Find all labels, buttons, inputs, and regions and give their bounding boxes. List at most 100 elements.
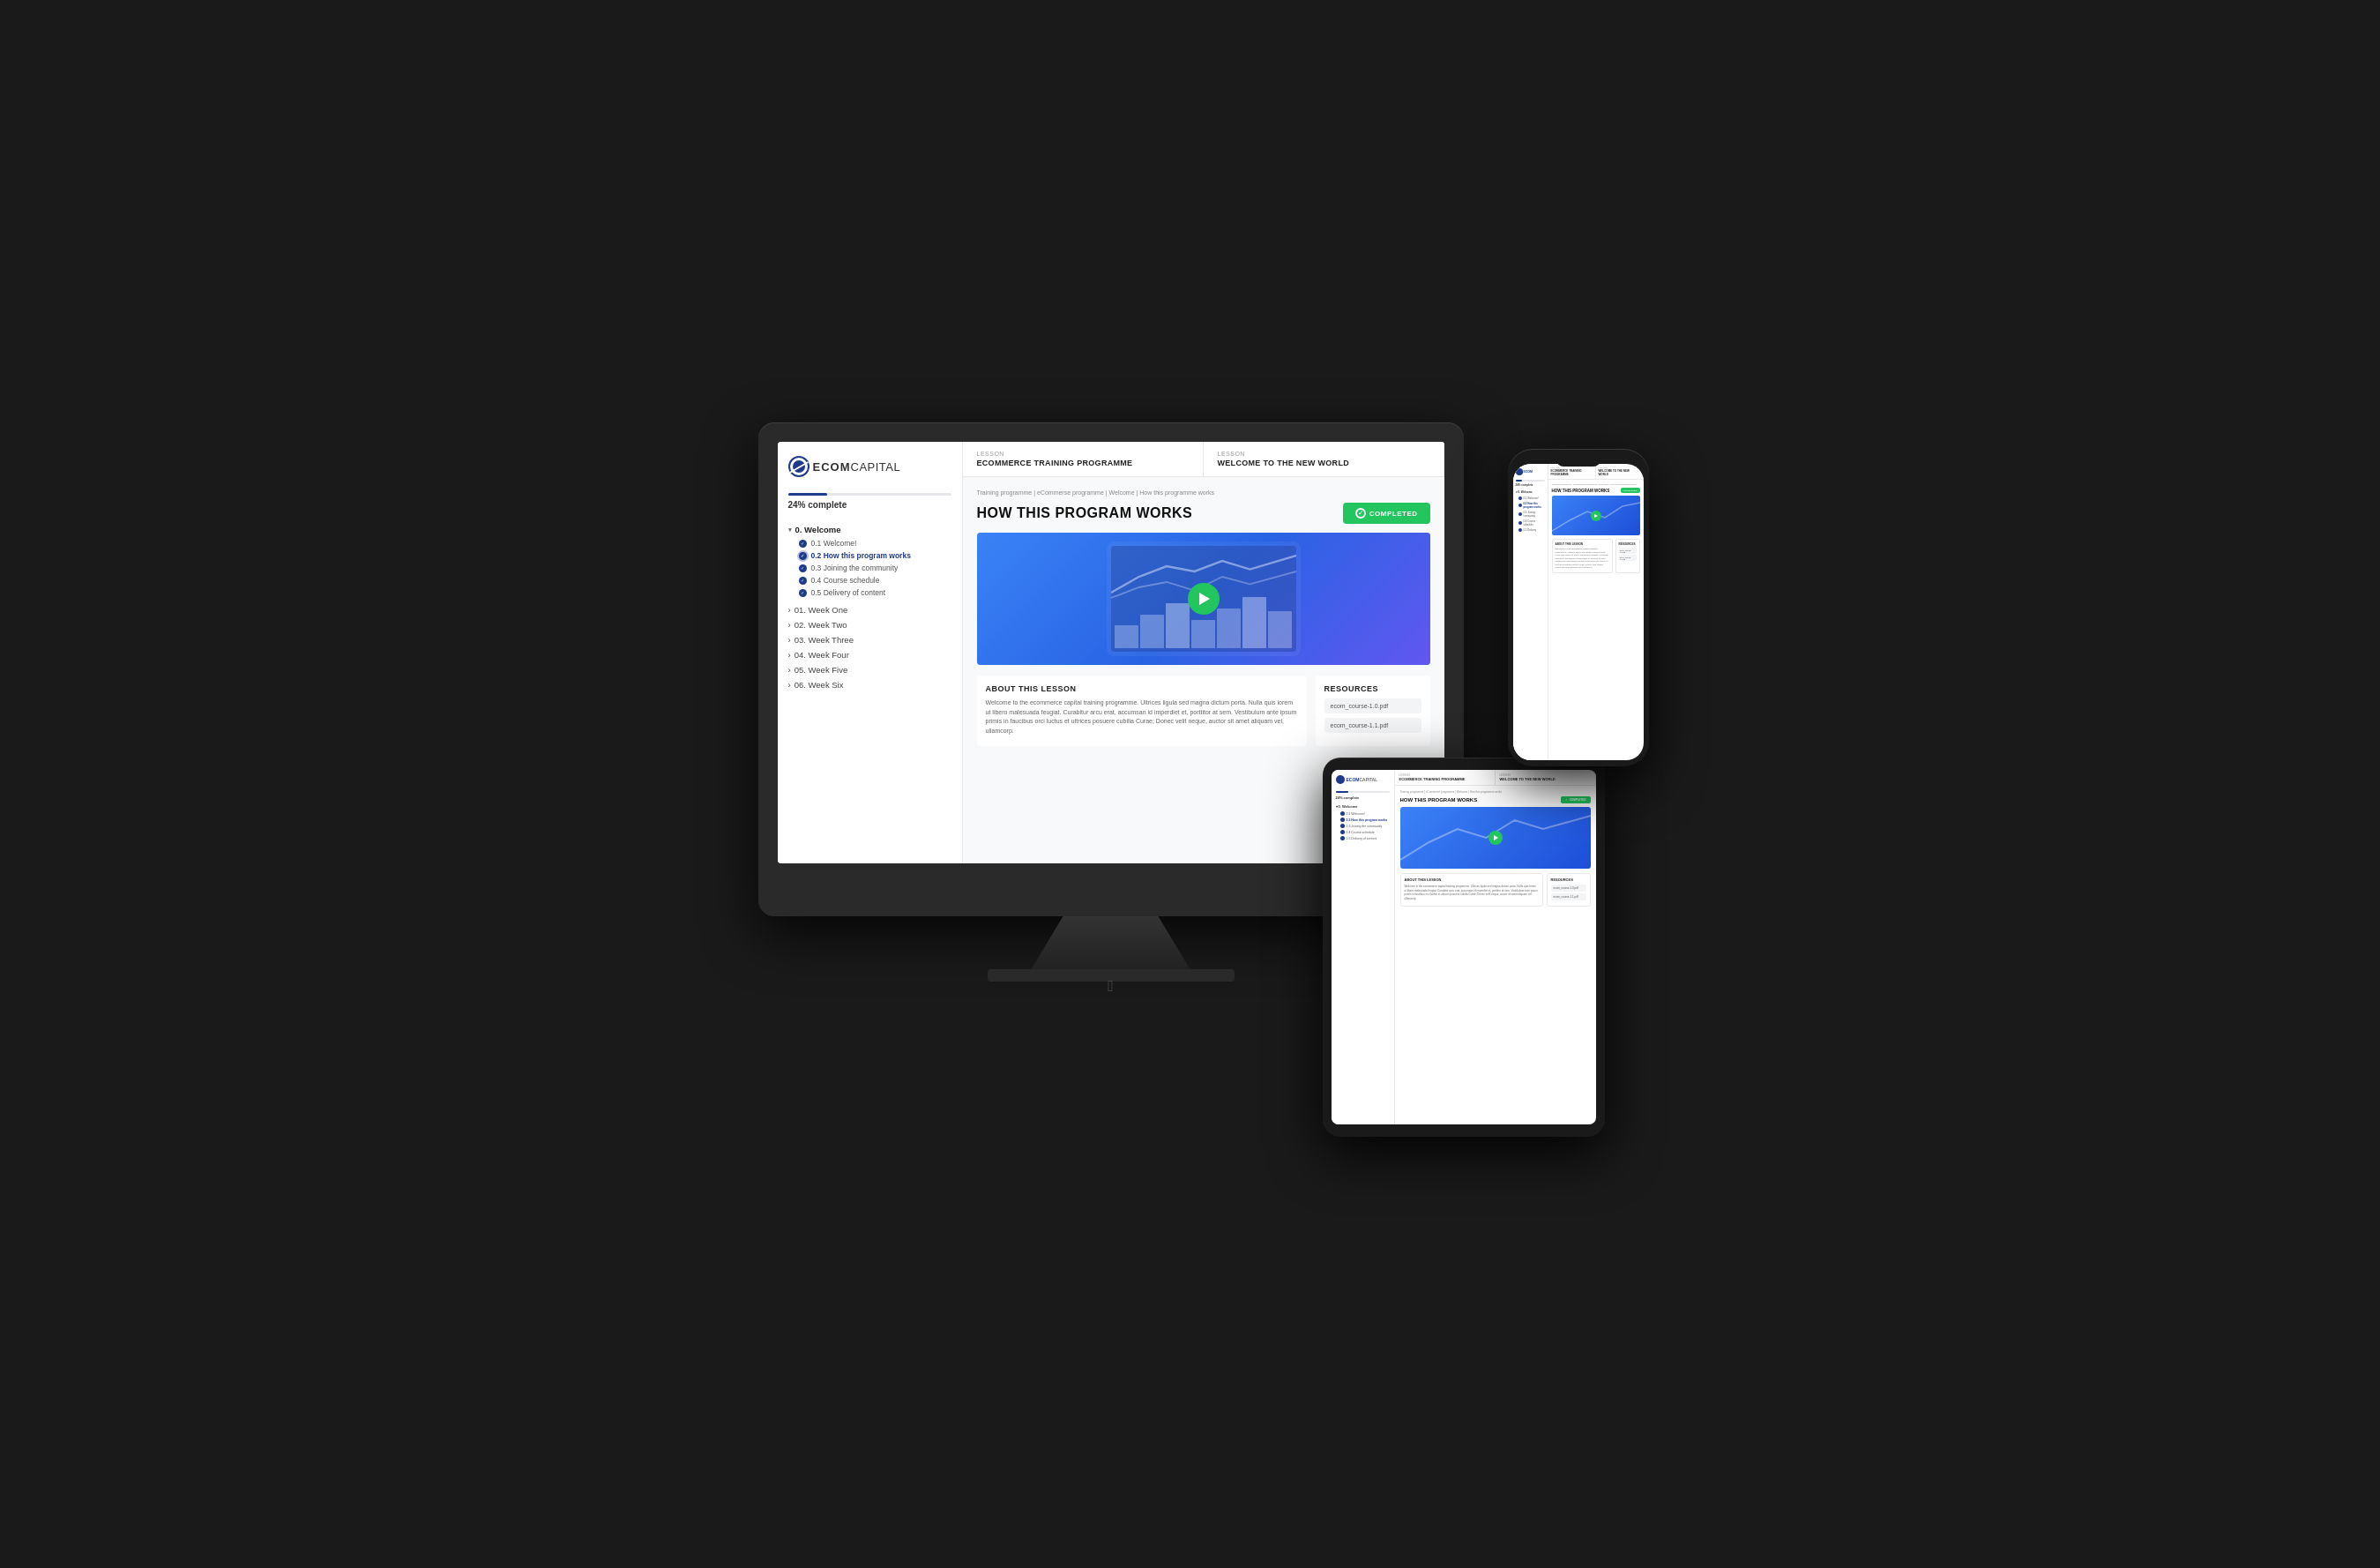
video-player[interactable] <box>977 533 1430 665</box>
nav-group-welcome[interactable]: ▾ 0. Welcome 0.1 Welcome! 0. <box>788 522 951 599</box>
phone-resources-section: RESOURCES ecom_course-1.0.pdf ecom_cours… <box>1615 539 1640 573</box>
tablet-about-section: ABOUT THIS LESSON Welcome to the ecommer… <box>1400 873 1543 907</box>
phone-completed-button[interactable]: COMPLETED <box>1621 488 1640 493</box>
tablet-nav-welcome[interactable]: Lesson WELCOME TO THE NEW WORLD <box>1496 770 1596 785</box>
phone-dot-02 <box>1518 504 1522 507</box>
tablet: ECOMCAPITAL 24% complete ▾ 0. Welcome 0.… <box>1323 758 1605 1137</box>
phone-content: Training programme | eCommerse programme… <box>1548 480 1644 760</box>
completed-dot-04 <box>799 577 807 585</box>
lesson-title: HOW THIS PROGRAM WORKS <box>977 505 1193 521</box>
nav-group-week5[interactable]: › 05. Week Five <box>788 662 951 677</box>
resources-title: RESOURCES <box>1324 684 1421 693</box>
phone-screen: ECOM 24% complete ▾ 0. Welcome 0.1 Welco… <box>1513 464 1644 760</box>
tablet-about-text: Welcome to the ecommerce capital trainin… <box>1405 885 1539 900</box>
tablet-resource-0[interactable]: ecom_course-1.0.pdf <box>1551 885 1586 892</box>
tablet-resources-title: RESOURCES <box>1551 877 1586 882</box>
phone-resource-1[interactable]: ecom_course-1.1.pdf <box>1619 555 1637 561</box>
sidebar-item-03[interactable]: 0.3 Joining the community <box>799 562 951 574</box>
top-nav-welcome[interactable]: Lesson WELCOME TO THE NEW WORLD <box>1204 442 1444 476</box>
tablet-play-button[interactable] <box>1488 831 1503 845</box>
resource-item-1[interactable]: ecom_course-1.1.pdf <box>1324 718 1421 733</box>
logo: ECOMCAPITAL <box>788 456 951 477</box>
phone-video-player[interactable] <box>1552 496 1640 535</box>
lesson-header: HOW THIS PROGRAM WORKS ✓ COMPLETED <box>977 503 1430 524</box>
about-lesson-section: ABOUT THIS LESSON Welcome to the ecommer… <box>977 676 1307 746</box>
tablet-sidebar-item-01[interactable]: 0.1 Welcome! <box>1340 810 1390 817</box>
tablet-sidebar: ECOMCAPITAL 24% complete ▾ 0. Welcome 0.… <box>1332 770 1395 1124</box>
completed-dot-03 <box>799 564 807 572</box>
phone-logo: ECOM <box>1516 468 1545 475</box>
tablet-dot-01 <box>1340 811 1345 816</box>
about-title: ABOUT THIS LESSON <box>986 684 1298 693</box>
progress-text: 24% complete <box>788 500 951 510</box>
about-text: Welcome to the ecommerce capital trainin… <box>986 698 1298 735</box>
tablet-dot-05 <box>1340 836 1345 840</box>
tablet-video-player[interactable] <box>1400 807 1591 869</box>
chevron-right-icon: › <box>788 650 791 660</box>
phone-sidebar-item-05[interactable]: 0.5 Delivery <box>1516 527 1545 533</box>
completed-button[interactable]: ✓ COMPLETED <box>1343 503 1430 524</box>
nav-group-week2[interactable]: › 02. Week Two <box>788 617 951 632</box>
chevron-right-icon: › <box>788 620 791 630</box>
phone-sidebar-item-04[interactable]: 0.4 Course schedule <box>1516 519 1545 527</box>
apple-logo:  <box>1108 977 1114 996</box>
resource-item-0[interactable]: ecom_course-1.0.pdf <box>1324 698 1421 713</box>
phone-nav-welcome[interactable]: ▾ 0. Welcome <box>1516 490 1545 494</box>
top-nav-ecommerce[interactable]: Lesson ECOMMERCE TRAINING PROGRAMME <box>963 442 1204 476</box>
phone-lesson-header: HOW THIS PROGRAM WORKS COMPLETED <box>1552 488 1640 493</box>
nav-group-week6[interactable]: › 06. Week Six <box>788 677 951 692</box>
progress-bar-background <box>788 493 951 496</box>
play-button[interactable] <box>1188 583 1220 615</box>
tablet-logo-icon <box>1336 775 1345 784</box>
phone-about-text: Welcome to the ecommerce capital trainin… <box>1556 548 1609 570</box>
tablet-nav-sub-items: 0.1 Welcome! 0.2 How this program works … <box>1336 810 1390 841</box>
nav-group-week4[interactable]: › 04. Week Four <box>788 647 951 662</box>
nav-group-week1[interactable]: › 01. Week One <box>788 602 951 617</box>
tablet-sidebar-item-05[interactable]: 0.5 Delivery of content <box>1340 835 1390 841</box>
chevron-right-icon: › <box>788 680 791 690</box>
sidebar-item-05[interactable]: 0.5 Delivery of content <box>799 586 951 599</box>
phone-breadcrumb: Training programme | eCommerse programme… <box>1552 483 1640 486</box>
tablet-about-title: ABOUT THIS LESSON <box>1405 877 1539 882</box>
sidebar-item-01[interactable]: 0.1 Welcome! <box>799 537 951 549</box>
sidebar-item-04[interactable]: 0.4 Course schedule <box>799 574 951 586</box>
tablet-top-nav: Lesson ECOMMERCE TRAINING PROGRAMME Less… <box>1395 770 1596 786</box>
logo-icon <box>788 456 809 477</box>
completed-dot-01 <box>799 540 807 548</box>
bottom-row: ABOUT THIS LESSON Welcome to the ecommer… <box>977 676 1430 746</box>
tablet-sidebar-item-02[interactable]: 0.2 How this program works <box>1340 817 1390 823</box>
completed-dot-05 <box>799 589 807 597</box>
tablet-lesson-header: HOW THIS PROGRAM WORKS ✓ COMPLETED <box>1400 796 1591 803</box>
sidebar: ECOMCAPITAL 24% complete ▾ <box>778 442 963 863</box>
tablet-content: Training programme | eCommerse programme… <box>1395 786 1596 1124</box>
tablet-nav-ecommerce[interactable]: Lesson ECOMMERCE TRAINING PROGRAMME <box>1395 770 1496 785</box>
tablet-dot-03 <box>1340 824 1345 828</box>
phone-notch <box>1556 459 1600 467</box>
sidebar-item-02[interactable]: 0.2 How this program works <box>799 549 951 562</box>
tablet-nav-welcome[interactable]: ▾ 0. Welcome <box>1336 804 1390 809</box>
tablet-bezel: ECOMCAPITAL 24% complete ▾ 0. Welcome 0.… <box>1323 758 1605 1137</box>
phone-nav-welcome-world[interactable]: Lesson WELCOME TO THE NEW WORLD <box>1596 464 1644 479</box>
nav-group-week3[interactable]: › 03. Week Three <box>788 632 951 647</box>
tablet-dot-02 <box>1340 818 1345 822</box>
nav-group-welcome-header[interactable]: ▾ 0. Welcome <box>788 522 951 537</box>
completed-dot-02 <box>799 552 807 560</box>
progress-section: 24% complete <box>788 493 951 510</box>
phone-resource-0[interactable]: ecom_course-1.0.pdf <box>1619 548 1637 554</box>
phone-play-button[interactable] <box>1591 511 1601 521</box>
phone-logo-icon <box>1516 468 1523 475</box>
chevron-down-icon: ▾ <box>788 526 792 534</box>
progress-bar-fill <box>788 493 827 496</box>
phone-bezel: ECOM 24% complete ▾ 0. Welcome 0.1 Welco… <box>1508 449 1649 766</box>
phone-sidebar-item-02[interactable]: 0.2 How this program works <box>1516 501 1545 510</box>
tablet-sidebar-item-04[interactable]: 0.4 Course schedule <box>1340 829 1390 835</box>
tablet-completed-button[interactable]: ✓ COMPLETED <box>1561 796 1591 803</box>
tablet-sidebar-item-03[interactable]: 0.3 Joining the community <box>1340 823 1390 829</box>
tablet-main: Lesson ECOMMERCE TRAINING PROGRAMME Less… <box>1395 770 1596 1124</box>
phone-sidebar-item-03[interactable]: 0.3 Joining community <box>1516 510 1545 519</box>
chevron-right-icon: › <box>788 635 791 645</box>
phone-progress-text: 24% complete <box>1516 483 1545 487</box>
tablet-resource-1[interactable]: ecom_course-1.1.pdf <box>1551 893 1586 900</box>
phone-main: Lesson ECOMMERCE TRAINING PROGRAMME Less… <box>1548 464 1644 760</box>
breadcrumb: Training programme | eCommerse programme… <box>977 489 1430 496</box>
